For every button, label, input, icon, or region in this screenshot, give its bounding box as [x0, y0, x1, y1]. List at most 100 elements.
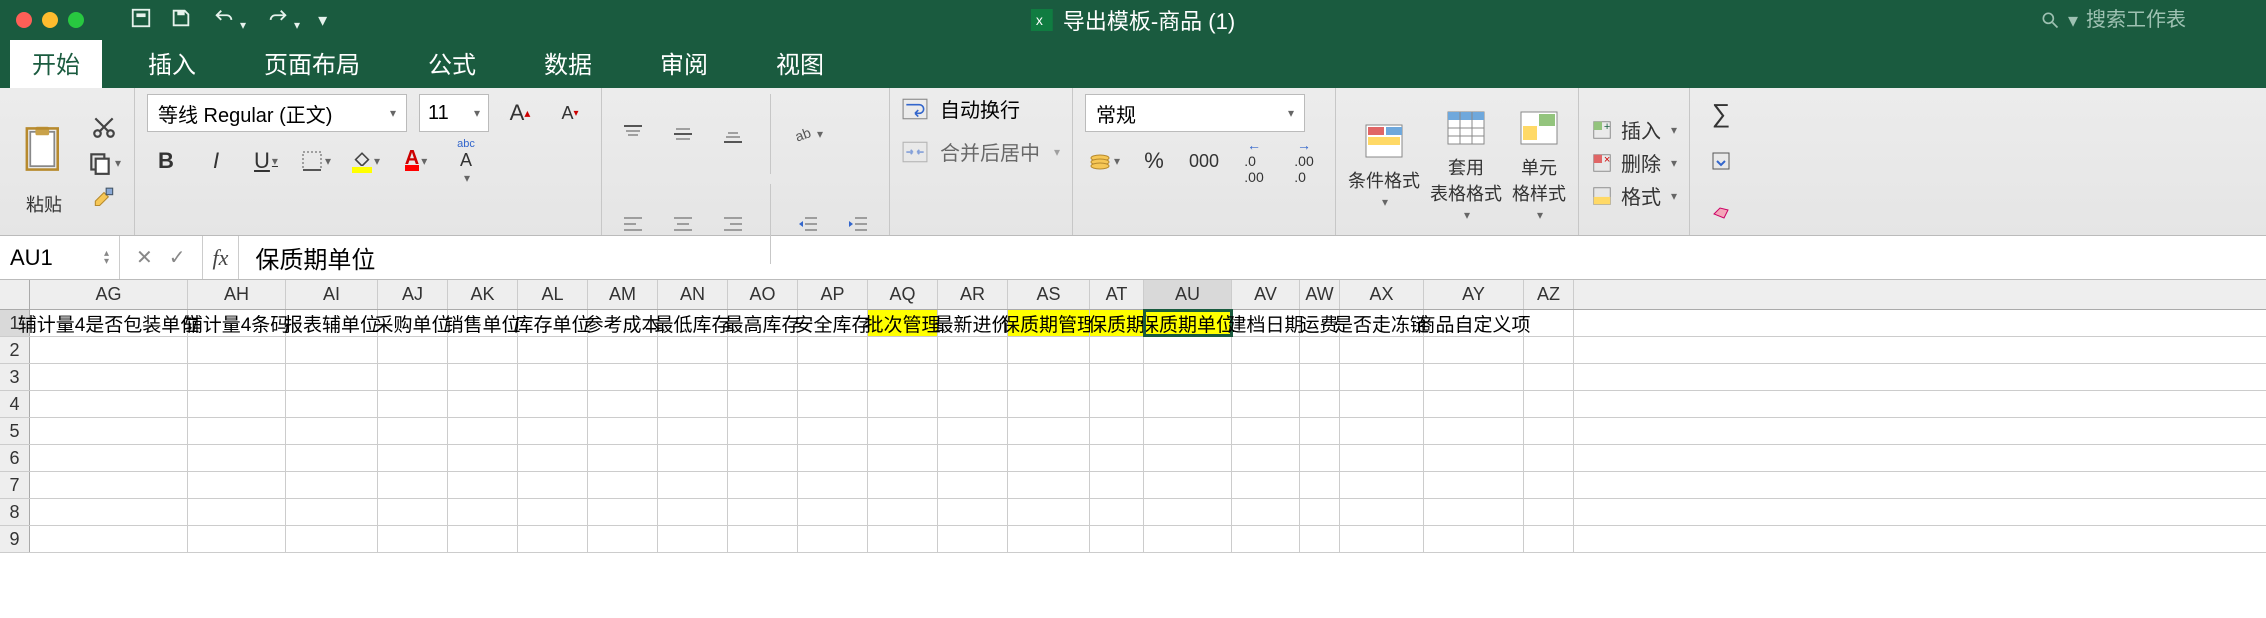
cell-AK9[interactable]: [448, 526, 518, 552]
cell-AT5[interactable]: [1090, 418, 1144, 444]
tab-formulas[interactable]: 公式: [406, 37, 498, 88]
cell-AU8[interactable]: [1144, 499, 1232, 525]
cell-AM8[interactable]: [588, 499, 658, 525]
cell-AU1[interactable]: 保质期单位: [1144, 310, 1232, 336]
cell-AJ2[interactable]: [378, 337, 448, 363]
row-header-5[interactable]: 5: [0, 418, 30, 444]
cell-AV5[interactable]: [1232, 418, 1300, 444]
undo-icon[interactable]: ▾: [210, 7, 246, 34]
cell-AI3[interactable]: [286, 364, 378, 390]
column-header-AS[interactable]: AS: [1008, 280, 1090, 309]
cell-AV2[interactable]: [1232, 337, 1300, 363]
cell-AW2[interactable]: [1300, 337, 1340, 363]
cell-AR6[interactable]: [938, 445, 1008, 471]
font-size-select[interactable]: 11▾: [419, 94, 489, 132]
cell-AY5[interactable]: [1424, 418, 1524, 444]
row-header-7[interactable]: 7: [0, 472, 30, 498]
cell-AS9[interactable]: [1008, 526, 1090, 552]
font-name-select[interactable]: 等线 Regular (正文)▾: [147, 94, 407, 132]
cell-AM2[interactable]: [588, 337, 658, 363]
cell-AX5[interactable]: [1340, 418, 1424, 444]
cell-AH3[interactable]: [188, 364, 286, 390]
cell-AQ1[interactable]: 批次管理: [868, 310, 938, 336]
cell-AO4[interactable]: [728, 391, 798, 417]
cell-AI1[interactable]: 报表辅单位: [286, 310, 378, 336]
decrease-decimal-button[interactable]: →.00.0: [1285, 142, 1323, 180]
decrease-indent-icon[interactable]: [789, 205, 827, 243]
orientation-button[interactable]: ab▾: [789, 115, 827, 153]
cell-AX6[interactable]: [1340, 445, 1424, 471]
autosum-button[interactable]: ∑: [1702, 94, 1740, 132]
cell-AK4[interactable]: [448, 391, 518, 417]
cell-AL5[interactable]: [518, 418, 588, 444]
cell-AG5[interactable]: [30, 418, 188, 444]
cell-AI8[interactable]: [286, 499, 378, 525]
cell-AH2[interactable]: [188, 337, 286, 363]
cell-AG1[interactable]: 辅计量4是否包装单位: [30, 310, 188, 336]
cell-AP8[interactable]: [798, 499, 868, 525]
font-color-button[interactable]: A▾: [397, 142, 435, 180]
align-right-icon[interactable]: [714, 205, 752, 243]
cell-AV4[interactable]: [1232, 391, 1300, 417]
cell-AZ5[interactable]: [1524, 418, 1574, 444]
cell-AY9[interactable]: [1424, 526, 1524, 552]
search-input[interactable]: [2086, 9, 2246, 32]
cell-AO8[interactable]: [728, 499, 798, 525]
cell-AS7[interactable]: [1008, 472, 1090, 498]
cell-AH1[interactable]: 辅计量4条码: [188, 310, 286, 336]
column-header-AT[interactable]: AT: [1090, 280, 1144, 309]
cell-AT6[interactable]: [1090, 445, 1144, 471]
cell-AH4[interactable]: [188, 391, 286, 417]
fx-icon[interactable]: fx: [202, 236, 240, 279]
column-header-AI[interactable]: AI: [286, 280, 378, 309]
cell-AR4[interactable]: [938, 391, 1008, 417]
cell-AL3[interactable]: [518, 364, 588, 390]
tab-insert[interactable]: 插入: [126, 37, 218, 88]
cell-AG6[interactable]: [30, 445, 188, 471]
column-header-AL[interactable]: AL: [518, 280, 588, 309]
cell-AL7[interactable]: [518, 472, 588, 498]
cell-AX8[interactable]: [1340, 499, 1424, 525]
cell-AX2[interactable]: [1340, 337, 1424, 363]
cell-AZ2[interactable]: [1524, 337, 1574, 363]
cell-AY7[interactable]: [1424, 472, 1524, 498]
cell-AQ7[interactable]: [868, 472, 938, 498]
row-header-8[interactable]: 8: [0, 499, 30, 525]
cell-AT7[interactable]: [1090, 472, 1144, 498]
cell-AG4[interactable]: [30, 391, 188, 417]
format-painter-icon[interactable]: [86, 184, 122, 214]
cell-AK6[interactable]: [448, 445, 518, 471]
cell-AJ4[interactable]: [378, 391, 448, 417]
align-bottom-icon[interactable]: [714, 115, 752, 153]
cell-AN3[interactable]: [658, 364, 728, 390]
cell-AW5[interactable]: [1300, 418, 1340, 444]
cell-AY1[interactable]: 商品自定义项: [1424, 310, 1524, 336]
cell-AM9[interactable]: [588, 526, 658, 552]
cell-AN9[interactable]: [658, 526, 728, 552]
tab-page-layout[interactable]: 页面布局: [242, 37, 382, 88]
maximize-window-icon[interactable]: [68, 12, 84, 28]
cell-AL6[interactable]: [518, 445, 588, 471]
cell-AO2[interactable]: [728, 337, 798, 363]
column-header-AO[interactable]: AO: [728, 280, 798, 309]
cell-AP9[interactable]: [798, 526, 868, 552]
tab-data[interactable]: 数据: [522, 37, 614, 88]
cell-AI4[interactable]: [286, 391, 378, 417]
percent-button[interactable]: %: [1135, 142, 1173, 180]
cell-AH6[interactable]: [188, 445, 286, 471]
cell-AZ1[interactable]: [1524, 310, 1574, 336]
column-header-AZ[interactable]: AZ: [1524, 280, 1574, 309]
cell-AV6[interactable]: [1232, 445, 1300, 471]
save-icon[interactable]: [170, 7, 192, 34]
cell-AU5[interactable]: [1144, 418, 1232, 444]
cell-AX9[interactable]: [1340, 526, 1424, 552]
column-header-AX[interactable]: AX: [1340, 280, 1424, 309]
cell-AU6[interactable]: [1144, 445, 1232, 471]
cell-AY6[interactable]: [1424, 445, 1524, 471]
cell-AT4[interactable]: [1090, 391, 1144, 417]
cell-AJ7[interactable]: [378, 472, 448, 498]
cell-AS3[interactable]: [1008, 364, 1090, 390]
cell-AX7[interactable]: [1340, 472, 1424, 498]
cell-AS1[interactable]: 保质期管理: [1008, 310, 1090, 336]
cell-AP2[interactable]: [798, 337, 868, 363]
